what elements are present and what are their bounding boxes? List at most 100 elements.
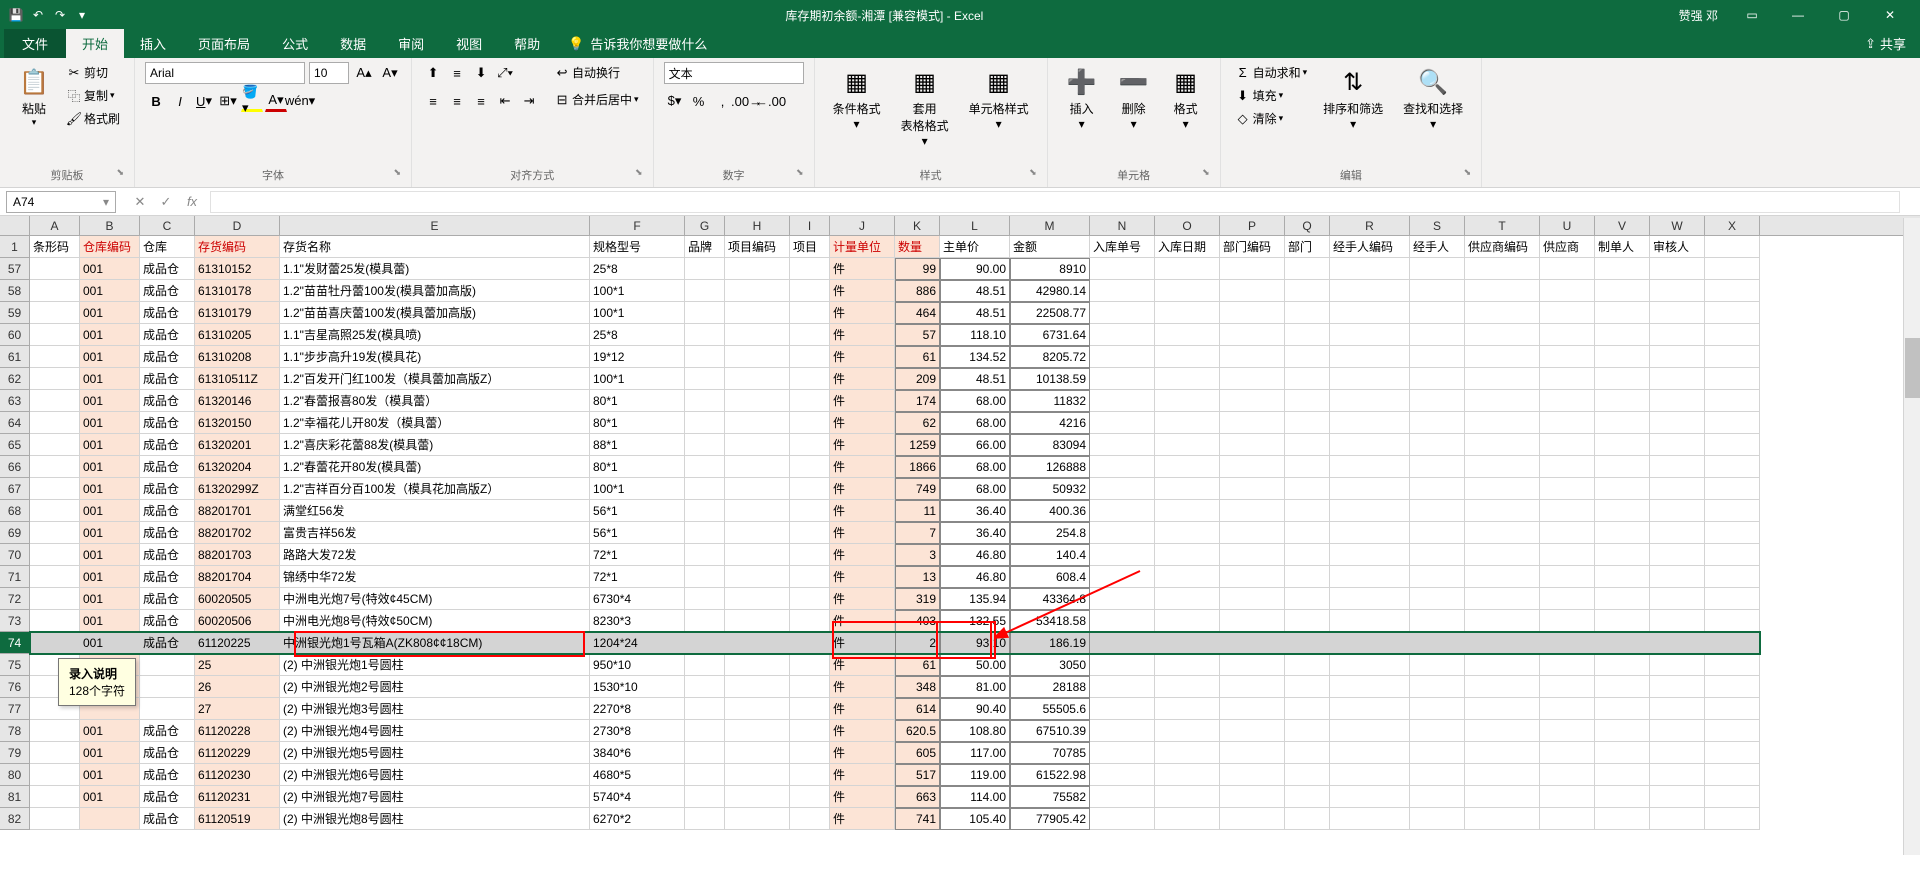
cell[interactable]: 61310208 — [195, 346, 280, 368]
cell[interactable] — [1650, 544, 1705, 566]
cell[interactable]: 61320299Z — [195, 478, 280, 500]
cell[interactable] — [1220, 434, 1285, 456]
cell[interactable] — [685, 544, 725, 566]
cell[interactable] — [1705, 588, 1760, 610]
cell[interactable]: 001 — [80, 720, 140, 742]
cell[interactable] — [790, 478, 830, 500]
cell[interactable]: 001 — [80, 456, 140, 478]
cell[interactable] — [1220, 808, 1285, 830]
cell[interactable]: 48.51 — [940, 302, 1010, 324]
format-cells-button[interactable]: ▦格式▾ — [1162, 62, 1210, 135]
cell[interactable]: 成品仓 — [140, 346, 195, 368]
cell[interactable] — [1220, 478, 1285, 500]
cell[interactable] — [30, 412, 80, 434]
cell[interactable] — [1220, 654, 1285, 676]
cell[interactable] — [1155, 456, 1220, 478]
cell[interactable] — [1330, 610, 1410, 632]
cell-styles-button[interactable]: ▦单元格样式▾ — [961, 62, 1037, 135]
cell[interactable]: 80*1 — [590, 456, 685, 478]
cell[interactable]: 28188 — [1010, 676, 1090, 698]
cell[interactable]: 88201701 — [195, 500, 280, 522]
cell[interactable] — [1220, 632, 1285, 654]
cell[interactable]: 001 — [80, 500, 140, 522]
cell[interactable]: 68.00 — [940, 390, 1010, 412]
cell[interactable] — [30, 544, 80, 566]
cell[interactable] — [725, 720, 790, 742]
cell[interactable] — [1595, 786, 1650, 808]
share-button[interactable]: ⇪ 共享 — [1851, 29, 1920, 58]
cell[interactable] — [685, 258, 725, 280]
cell[interactable] — [1220, 720, 1285, 742]
row-header[interactable]: 62 — [0, 368, 30, 390]
cell[interactable]: 62 — [895, 412, 940, 434]
cell[interactable] — [1410, 412, 1465, 434]
cell[interactable] — [685, 610, 725, 632]
cell[interactable] — [1090, 610, 1155, 632]
cell[interactable]: 中洲电光炮8号(特效¢50CM) — [280, 610, 590, 632]
cell[interactable]: 1204*24 — [590, 632, 685, 654]
cell[interactable]: 件 — [830, 698, 895, 720]
cell[interactable] — [1285, 390, 1330, 412]
cell[interactable] — [1410, 346, 1465, 368]
header-cell[interactable]: 审核人 — [1650, 236, 1705, 258]
header-cell[interactable]: 存货名称 — [280, 236, 590, 258]
cell[interactable] — [1090, 632, 1155, 654]
cell[interactable] — [1540, 434, 1595, 456]
cell[interactable] — [1540, 522, 1595, 544]
cell[interactable]: 6270*2 — [590, 808, 685, 830]
cell[interactable] — [30, 500, 80, 522]
cell[interactable] — [1155, 324, 1220, 346]
cell[interactable]: 46.80 — [940, 544, 1010, 566]
header-cell[interactable]: 仓库 — [140, 236, 195, 258]
cell[interactable] — [1465, 390, 1540, 412]
cell[interactable] — [1220, 390, 1285, 412]
cell[interactable] — [790, 610, 830, 632]
cell[interactable] — [1595, 632, 1650, 654]
border-button[interactable]: ⊞▾ — [217, 90, 239, 112]
cell[interactable] — [1650, 786, 1705, 808]
cell[interactable] — [1220, 302, 1285, 324]
cell[interactable]: 48.51 — [940, 368, 1010, 390]
cell[interactable] — [1220, 676, 1285, 698]
font-name-select[interactable] — [145, 62, 305, 84]
cell[interactable] — [1705, 478, 1760, 500]
cell[interactable]: 61120231 — [195, 786, 280, 808]
header-cell[interactable]: 金额 — [1010, 236, 1090, 258]
cell[interactable] — [725, 478, 790, 500]
cell[interactable]: 成品仓 — [140, 610, 195, 632]
cell[interactable]: 117.00 — [940, 742, 1010, 764]
cell[interactable] — [1650, 434, 1705, 456]
cell[interactable] — [1090, 346, 1155, 368]
cell[interactable] — [1705, 632, 1760, 654]
row-header[interactable]: 82 — [0, 808, 30, 830]
cell[interactable] — [1090, 544, 1155, 566]
cell[interactable] — [30, 434, 80, 456]
column-header-B[interactable]: B — [80, 216, 140, 235]
cell[interactable] — [1285, 720, 1330, 742]
cell[interactable]: 77905.42 — [1010, 808, 1090, 830]
row-header[interactable]: 60 — [0, 324, 30, 346]
cell[interactable] — [1090, 764, 1155, 786]
cell[interactable]: 67510.39 — [1010, 720, 1090, 742]
cell[interactable]: 36.40 — [940, 522, 1010, 544]
cell[interactable]: 成品仓 — [140, 434, 195, 456]
cell[interactable]: 成品仓 — [140, 280, 195, 302]
cell[interactable] — [1285, 698, 1330, 720]
cell[interactable] — [1595, 434, 1650, 456]
cell[interactable]: 100*1 — [590, 368, 685, 390]
cell[interactable]: 319 — [895, 588, 940, 610]
cell[interactable] — [1090, 808, 1155, 830]
cell[interactable]: 11832 — [1010, 390, 1090, 412]
cell[interactable] — [1540, 258, 1595, 280]
cell[interactable] — [1330, 544, 1410, 566]
save-icon[interactable]: 💾 — [8, 7, 24, 23]
row-header[interactable]: 78 — [0, 720, 30, 742]
cell[interactable]: 11 — [895, 500, 940, 522]
cell[interactable] — [1465, 324, 1540, 346]
cell[interactable] — [1220, 764, 1285, 786]
cell[interactable] — [1540, 742, 1595, 764]
cell[interactable] — [1540, 632, 1595, 654]
row-header[interactable]: 57 — [0, 258, 30, 280]
cell[interactable]: 001 — [80, 478, 140, 500]
redo-icon[interactable]: ↷ — [52, 7, 68, 23]
